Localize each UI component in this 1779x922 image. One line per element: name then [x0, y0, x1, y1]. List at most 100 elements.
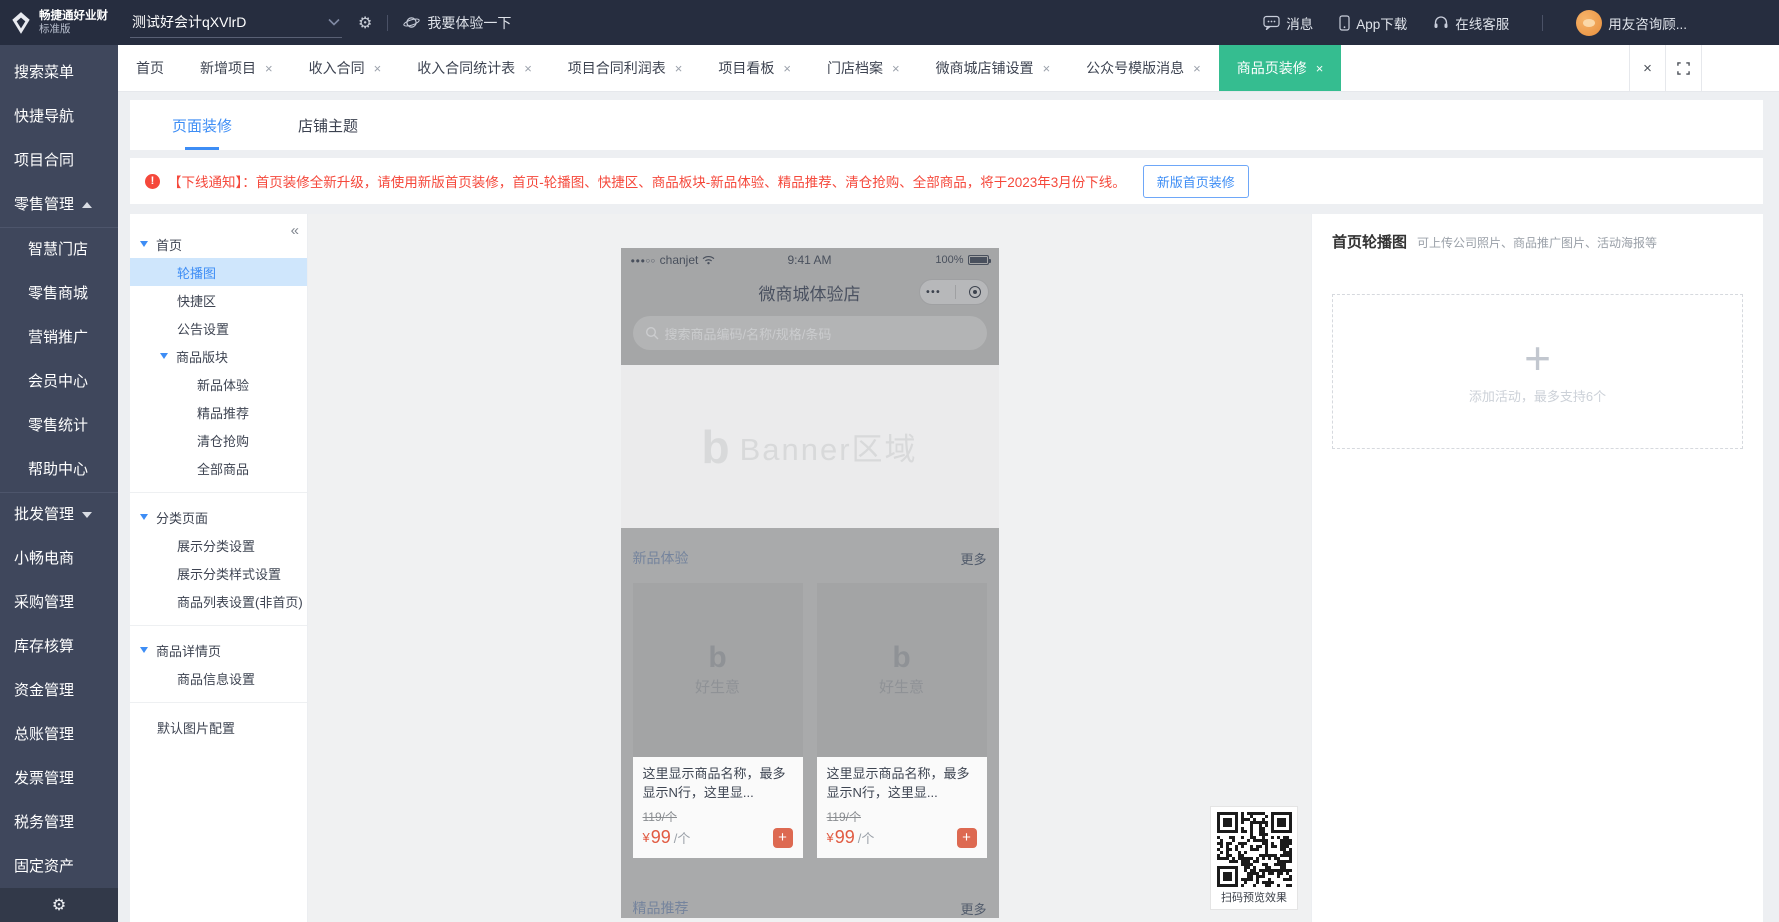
mobile-phone-icon [1339, 14, 1350, 31]
sidebar-item[interactable]: 营销推广 [0, 316, 118, 360]
add-to-cart-button[interactable]: + [772, 827, 793, 848]
close-all-tabs-button[interactable]: × [1629, 45, 1665, 91]
sidebar-item[interactable]: 采购管理 [0, 581, 118, 625]
caret-down-icon [140, 647, 148, 653]
config-panel: 首页轮播图 可上传公司照片、商品推广图片、活动海报等 + 添加活动，最多支持6个 [1311, 214, 1763, 922]
product-cards: b 好生意 这里显示商品名称，最多显示N行，这里显... 119/个 ¥99/个 + b 好生… [632, 583, 987, 858]
add-banner-dropzone[interactable]: + 添加活动，最多支持6个 [1332, 294, 1743, 449]
tree-item[interactable]: 商品详情页 [130, 636, 307, 664]
tree-item[interactable]: 公告设置 [130, 314, 307, 342]
sidebar-settings-button[interactable]: ⚙ [0, 888, 118, 922]
window-tab[interactable]: 收入合同 × [291, 45, 400, 91]
tree-item[interactable]: 商品版块 [130, 342, 307, 370]
product-price: 99 [834, 827, 855, 847]
tree-item[interactable]: 首页 [130, 230, 307, 258]
window-tab[interactable]: 项目合同利润表 × [550, 45, 701, 91]
hsy-logo-icon: b [701, 420, 730, 473]
fullscreen-button[interactable] [1665, 45, 1701, 91]
tab-page-decoration[interactable]: 页面装修 [172, 100, 232, 150]
window-tab[interactable]: 首页 [118, 45, 182, 91]
hsy-logo-icon: b [892, 641, 911, 674]
tree-item[interactable]: 展示分类设置 [130, 531, 307, 559]
close-tab-icon[interactable]: × [524, 62, 532, 75]
tree-item[interactable]: 商品信息设置 [130, 664, 307, 692]
close-tab-icon[interactable]: × [783, 62, 791, 75]
tree-item[interactable]: 默认图片配置 [130, 713, 307, 741]
window-tab[interactable]: 微商城店铺设置 × [918, 45, 1069, 91]
close-tab-icon[interactable]: × [1316, 62, 1324, 75]
tree-item[interactable]: 轮播图 [130, 258, 307, 286]
window-tab[interactable]: 公众号模版消息 × [1068, 45, 1219, 91]
more-link[interactable]: 更多 [960, 899, 986, 918]
sidebar-item[interactable]: 库存核算 [0, 625, 118, 669]
page-tabs: 页面装修 店铺主题 [130, 100, 1763, 150]
window-tab[interactable]: 商品页装修 × [1218, 45, 1342, 91]
caret-down-icon [140, 241, 148, 247]
sidebar-item[interactable]: 发票管理 [0, 757, 118, 801]
banner-region[interactable]: b Banner区域 [620, 365, 999, 528]
online-service-button[interactable]: 在线客服 [1425, 13, 1517, 33]
plus-icon: + [1524, 332, 1551, 385]
sidebar-item-label: 会员中心 [28, 373, 89, 390]
phone-search-bar[interactable]: 搜索商品编码/名称/规格/条码 [632, 316, 987, 350]
hsy-logo-icon: b [708, 641, 727, 674]
window-tab[interactable]: 新增项目 × [182, 45, 291, 91]
sidebar-item[interactable]: 项目合同 [0, 139, 118, 183]
product-card[interactable]: b 好生意 这里显示商品名称，最多显示N行，这里显... 119/个 ¥99/个 + [816, 583, 987, 858]
close-tab-icon[interactable]: × [1043, 62, 1051, 75]
window-tab-label: 门店档案 [826, 60, 883, 76]
org-settings-gear-icon[interactable]: ⚙ [358, 13, 372, 33]
sidebar-item[interactable]: 批发管理 [0, 493, 118, 537]
app-download-button[interactable]: App下载 [1331, 13, 1415, 33]
tree-item[interactable]: 精品推荐 [130, 398, 307, 426]
experience-button[interactable]: 我要体验一下 [403, 13, 511, 33]
tree-item-label: 轮播图 [177, 265, 217, 281]
tree-item[interactable]: 全部商品 [130, 454, 307, 482]
tree-item[interactable]: 快捷区 [130, 286, 307, 314]
sidebar-item[interactable]: 税务管理 [0, 801, 118, 845]
tree-item[interactable]: 展示分类样式设置 [130, 559, 307, 587]
close-tab-icon[interactable]: × [265, 62, 273, 75]
phone-header[interactable]: ●●●○○ chanjet 9:41 AM 100% 微商城体验店 ••• 搜索… [620, 248, 999, 365]
sidebar-item[interactable]: 总账管理 [0, 713, 118, 757]
sidebar-item[interactable]: 零售统计 [0, 404, 118, 448]
add-to-cart-button[interactable]: + [956, 827, 977, 848]
more-link[interactable]: 更多 [960, 549, 986, 568]
product-card[interactable]: b 好生意 这里显示商品名称，最多显示N行，这里显... 119/个 ¥99/个 + [632, 583, 803, 858]
search-placeholder: 搜索商品编码/名称/规格/条码 [664, 326, 832, 342]
tab-shop-theme[interactable]: 店铺主题 [298, 100, 358, 150]
close-tab-icon[interactable]: × [374, 62, 382, 75]
sidebar-item[interactable]: 智慧门店 [0, 228, 118, 272]
close-tab-icon[interactable]: × [1193, 62, 1201, 75]
tree-item[interactable]: 分类页面 [130, 503, 307, 531]
search-icon [645, 326, 659, 340]
tree-item[interactable]: 商品列表设置(非首页) [130, 587, 307, 615]
new-decoration-button[interactable]: 新版首页装修 [1142, 164, 1249, 198]
sidebar-item[interactable]: 资金管理 [0, 669, 118, 713]
window-tab[interactable]: 门店档案 × [809, 45, 918, 91]
user-menu[interactable]: 用友咨询顾... [1568, 9, 1695, 36]
miniprogram-capsule[interactable]: ••• [918, 279, 989, 305]
tree-item[interactable]: 清仓抢购 [130, 426, 307, 454]
sidebar-item[interactable]: 搜索菜单 [0, 51, 118, 95]
tree-item[interactable]: 新品体验 [130, 370, 307, 398]
avatar [1576, 9, 1603, 36]
sidebar-item[interactable]: 零售管理 [0, 183, 118, 227]
close-tab-icon[interactable]: × [675, 62, 683, 75]
sidebar-item[interactable]: 小畅电商 [0, 537, 118, 581]
new-products-section-header[interactable]: 新品体验 更多 [633, 548, 987, 568]
headset-icon [1433, 15, 1449, 30]
sidebar-item[interactable]: 快捷导航 [0, 95, 118, 139]
window-tab-label: 商品页装修 [1236, 60, 1307, 76]
window-tab[interactable]: 收入合同统计表 × [399, 45, 550, 91]
close-tab-icon[interactable]: × [892, 62, 900, 75]
featured-section-header[interactable]: 精品推荐 更多 [633, 898, 987, 918]
sidebar-item[interactable]: 会员中心 [0, 360, 118, 404]
sidebar-item[interactable]: 帮助中心 [0, 448, 118, 492]
org-dropdown[interactable]: 测试好会计qXVlrD [130, 7, 342, 38]
messages-button[interactable]: 消息 [1255, 13, 1321, 33]
window-tab[interactable]: 项目看板 × [700, 45, 809, 91]
sidebar-item[interactable]: 固定资产 [0, 845, 118, 888]
sidebar-item[interactable]: 零售商城 [0, 272, 118, 316]
collapse-panel-icon[interactable]: « [291, 222, 299, 239]
